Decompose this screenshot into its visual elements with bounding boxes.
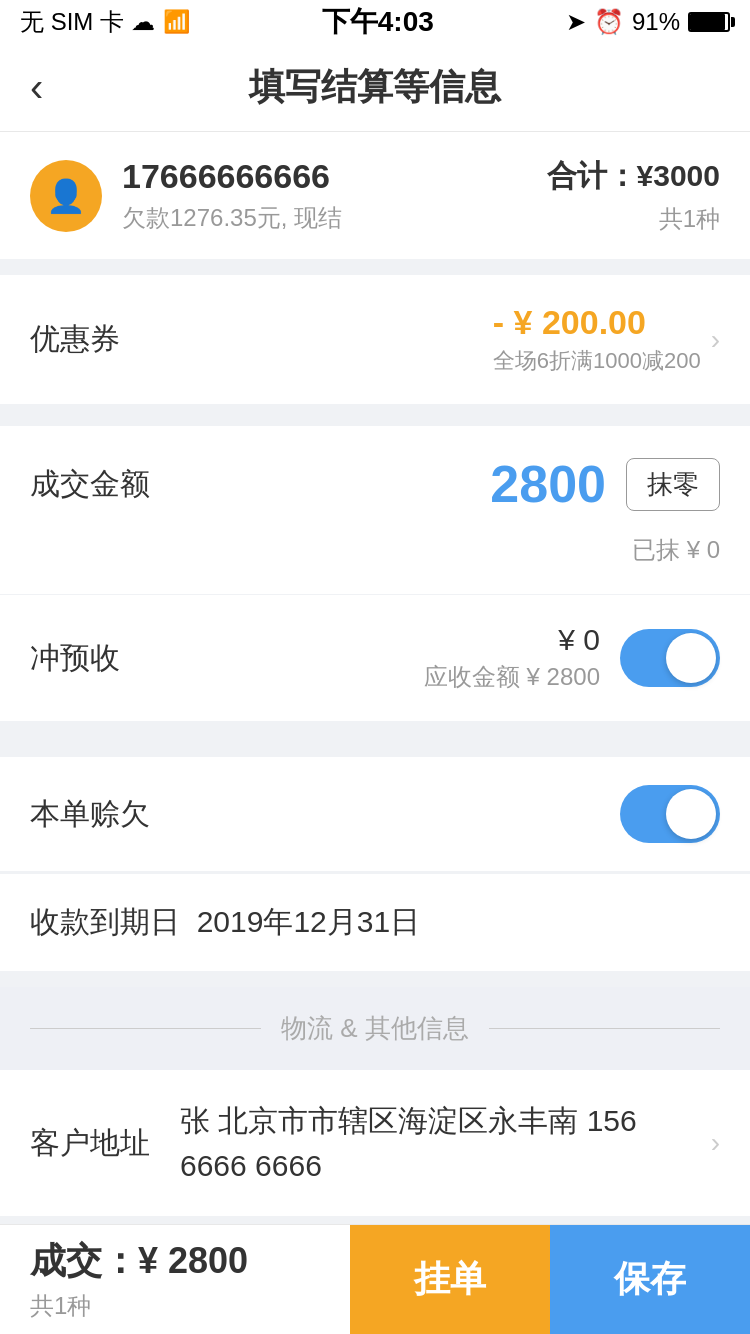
address-label: 客户地址 [30, 1123, 150, 1164]
amount-section: 成交金额 2800 抹零 已抹 ¥ 0 [0, 426, 750, 594]
coupon-arrow-icon: › [711, 324, 720, 356]
pre-collection-toggle[interactable] [620, 629, 720, 687]
status-time: 下午4:03 [322, 3, 434, 41]
address-row[interactable]: 客户地址 张 北京市市辖区海淀区永丰南 156 6666 6666 › [0, 1070, 750, 1216]
customer-right: 合计：¥3000 共1种 [547, 156, 720, 235]
amount-row: 成交金额 2800 抹零 [30, 454, 720, 514]
coupon-discount: - ¥ 200.00 [493, 303, 701, 342]
coupon-label: 优惠券 [30, 319, 120, 360]
alarm-icon: ⏰ [594, 8, 624, 36]
address-arrow-icon: › [711, 1127, 720, 1159]
logistics-divider: 物流 & 其他信息 [0, 987, 750, 1070]
debt-label: 本单赊欠 [30, 794, 150, 835]
bottom-deal-amount: 成交：¥ 2800 [30, 1237, 320, 1286]
amount-number: 2800 [490, 454, 606, 514]
bottom-count: 共1种 [30, 1290, 320, 1322]
back-button[interactable]: ‹ [20, 55, 53, 120]
address-value: 张 北京市市辖区海淀区永丰南 156 6666 6666 [180, 1098, 711, 1188]
coupon-info: - ¥ 200.00 全场6折满1000减200 [493, 303, 701, 376]
logistics-text: 物流 & 其他信息 [261, 1011, 489, 1046]
pre-amount-sub: 应收金额 ¥ 2800 [424, 661, 600, 693]
avatar-icon: 👤 [46, 177, 86, 215]
customer-card: 👤 17666666666 欠款1276.35元, 现结 合计：¥3000 共1… [0, 132, 750, 259]
status-left: 无 SIM 卡 ☁ 📶 [20, 6, 190, 38]
debt-toggle-knob [666, 789, 716, 839]
total-amount: ¥3000 [637, 159, 720, 192]
logistics-line-right [489, 1028, 720, 1029]
pre-collection-right: ¥ 0 应收金额 ¥ 2800 [424, 623, 720, 693]
bottom-summary: 成交：¥ 2800 共1种 [0, 1237, 350, 1322]
due-date-value: 2019年12月31日 [197, 905, 420, 938]
location-icon: ➤ [566, 8, 586, 36]
battery-percent: 91% [632, 8, 680, 36]
due-date-text: 收款到期日 2019年12月31日 [30, 905, 420, 938]
save-button[interactable]: 保存 [550, 1225, 750, 1335]
total-label: 合计：¥3000 [547, 156, 720, 197]
nav-bar: ‹ 填写结算等信息 [0, 44, 750, 132]
bottom-deal-value: ¥ 2800 [138, 1240, 248, 1281]
section-divider-2 [0, 721, 750, 741]
avatar: 👤 [30, 160, 102, 232]
total-count: 共1种 [547, 203, 720, 235]
round-button[interactable]: 抹零 [626, 458, 720, 511]
customer-left: 👤 17666666666 欠款1276.35元, 现结 [30, 157, 342, 234]
bottom-deal-label: 成交： [30, 1240, 138, 1281]
customer-info: 17666666666 欠款1276.35元, 现结 [122, 157, 342, 234]
coupon-desc: 全场6折满1000减200 [493, 346, 701, 376]
pre-amount: ¥ 0 [424, 623, 600, 657]
customer-phone: 17666666666 [122, 157, 342, 196]
pre-collection-row: 冲预收 ¥ 0 应收金额 ¥ 2800 [0, 594, 750, 721]
debt-toggle[interactable] [620, 785, 720, 843]
logistics-line-left [30, 1028, 261, 1029]
pre-collection-label: 冲预收 [30, 638, 120, 679]
page-title: 填写结算等信息 [249, 63, 501, 112]
section-divider-1 [0, 406, 750, 426]
coupon-row[interactable]: 优惠券 - ¥ 200.00 全场6折满1000减200 › [0, 275, 750, 404]
pre-amount-wrap: ¥ 0 应收金额 ¥ 2800 [424, 623, 600, 693]
amount-label: 成交金额 [30, 464, 150, 505]
customer-debt: 欠款1276.35元, 现结 [122, 202, 342, 234]
wifi-icon: 📶 [163, 9, 190, 35]
content-area: 👤 17666666666 欠款1276.35元, 现结 合计：¥3000 共1… [0, 132, 750, 1334]
coupon-right: - ¥ 200.00 全场6折满1000减200 › [493, 303, 720, 376]
toggle-knob [666, 633, 716, 683]
amount-value-wrap: 2800 抹零 [490, 454, 720, 514]
status-bar: 无 SIM 卡 ☁ 📶 下午4:03 ➤ ⏰ 91% [0, 0, 750, 44]
due-date-row: 收款到期日 2019年12月31日 [0, 873, 750, 971]
due-date-label: 收款到期日 [30, 905, 180, 938]
amount-sub: 已抹 ¥ 0 [30, 534, 720, 566]
bottom-bar: 成交：¥ 2800 共1种 挂单 保存 [0, 1224, 750, 1334]
sim-label: 无 SIM 卡 ☁ [20, 6, 155, 38]
debt-row: 本单赊欠 [0, 757, 750, 871]
total-label-text: 合计： [547, 159, 637, 192]
status-right: ➤ ⏰ 91% [566, 8, 730, 36]
battery-icon [688, 12, 730, 32]
pending-button[interactable]: 挂单 [350, 1225, 550, 1335]
